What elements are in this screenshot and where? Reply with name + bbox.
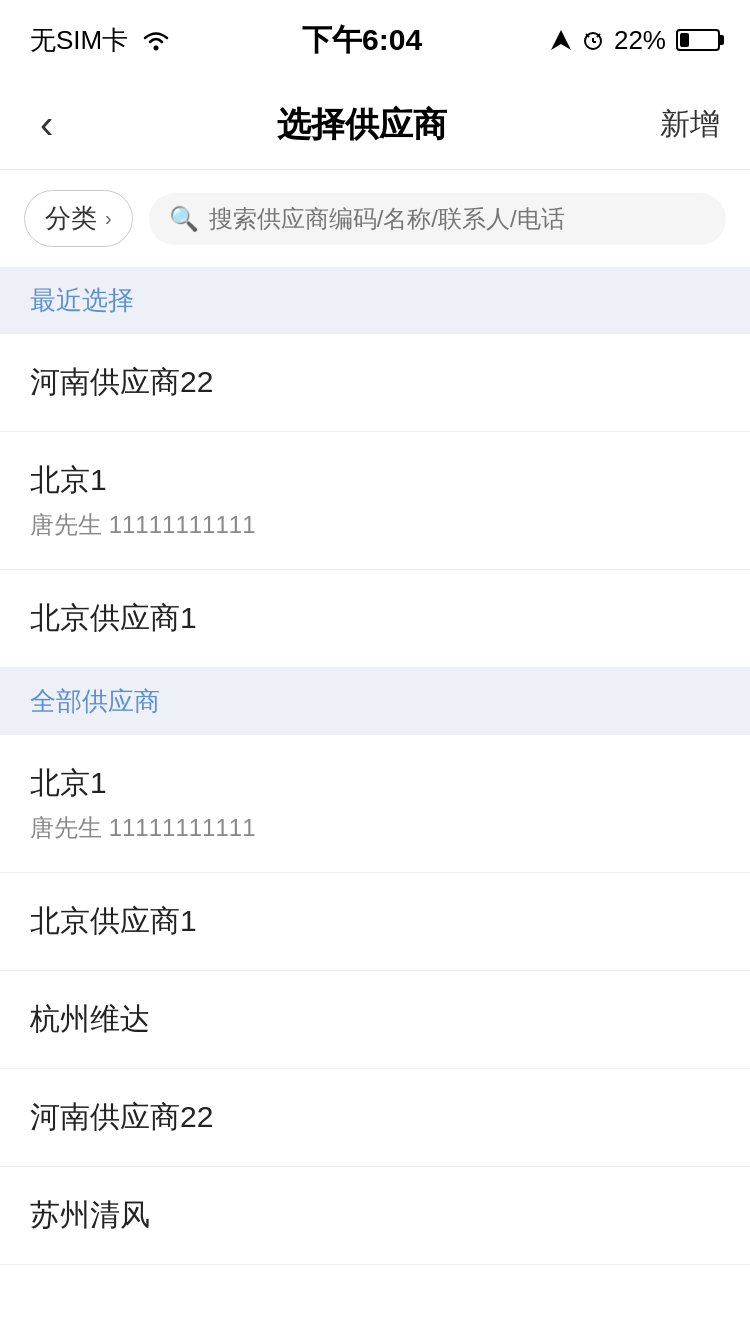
- status-carrier: 无SIM卡: [30, 23, 174, 58]
- new-action-button[interactable]: 新增: [660, 104, 720, 145]
- chevron-right-icon: ›: [105, 207, 112, 230]
- all-section-label: 全部供应商: [30, 686, 160, 716]
- status-time: 下午6:04: [302, 20, 422, 61]
- item-name: 苏州清风: [30, 1195, 720, 1236]
- alarm-icon: [582, 29, 604, 51]
- category-label: 分类: [45, 201, 97, 236]
- item-name: 北京供应商1: [30, 598, 720, 639]
- search-box[interactable]: 🔍: [149, 193, 726, 245]
- wifi-icon: [138, 27, 174, 53]
- svg-marker-1: [551, 30, 571, 50]
- carrier-text: 无SIM卡: [30, 23, 128, 58]
- recent-section-label: 最近选择: [30, 285, 134, 315]
- list-item[interactable]: 北京1 唐先生 11111111111: [0, 735, 750, 873]
- item-name: 河南供应商22: [30, 1097, 720, 1138]
- battery-icon: [676, 29, 720, 51]
- item-name: 杭州维达: [30, 999, 720, 1040]
- battery-percent: 22%: [614, 25, 666, 56]
- nav-bar: ‹ 选择供应商 新增: [0, 80, 750, 170]
- search-icon: 🔍: [169, 205, 199, 233]
- all-list: 北京1 唐先生 11111111111 北京供应商1 杭州维达河南供应商22 苏州清风: [0, 735, 750, 1265]
- location-icon: [550, 29, 572, 51]
- svg-point-0: [154, 46, 159, 51]
- item-name: 北京1: [30, 763, 720, 804]
- status-right: 22%: [550, 25, 720, 56]
- status-bar: 无SIM卡 下午6:04 22%: [0, 0, 750, 80]
- list-item[interactable]: 河南供应商22: [0, 1069, 750, 1167]
- recent-section-header: 最近选择: [0, 267, 750, 334]
- list-item[interactable]: 河南供应商22: [0, 334, 750, 432]
- back-button[interactable]: ‹: [30, 92, 63, 157]
- item-contact: 唐先生 11111111111: [30, 509, 720, 541]
- recent-list: 河南供应商22 北京1 唐先生 11111111111 北京供应商1: [0, 334, 750, 668]
- list-item[interactable]: 北京供应商1: [0, 570, 750, 668]
- filter-bar: 分类 › 🔍: [0, 170, 750, 267]
- back-icon: ‹: [40, 102, 53, 147]
- all-section-header: 全部供应商: [0, 668, 750, 735]
- item-name: 河南供应商22: [30, 362, 720, 403]
- item-name: 北京1: [30, 460, 720, 501]
- item-contact: 唐先生 11111111111: [30, 812, 720, 844]
- item-name: 北京供应商1: [30, 901, 720, 942]
- search-input[interactable]: [209, 205, 706, 233]
- list-item[interactable]: 北京1 唐先生 11111111111: [0, 432, 750, 570]
- list-item[interactable]: 北京供应商1: [0, 873, 750, 971]
- list-item[interactable]: 杭州维达: [0, 971, 750, 1069]
- list-item[interactable]: 苏州清风: [0, 1167, 750, 1265]
- page-title: 选择供应商: [277, 102, 447, 148]
- category-filter-button[interactable]: 分类 ›: [24, 190, 133, 247]
